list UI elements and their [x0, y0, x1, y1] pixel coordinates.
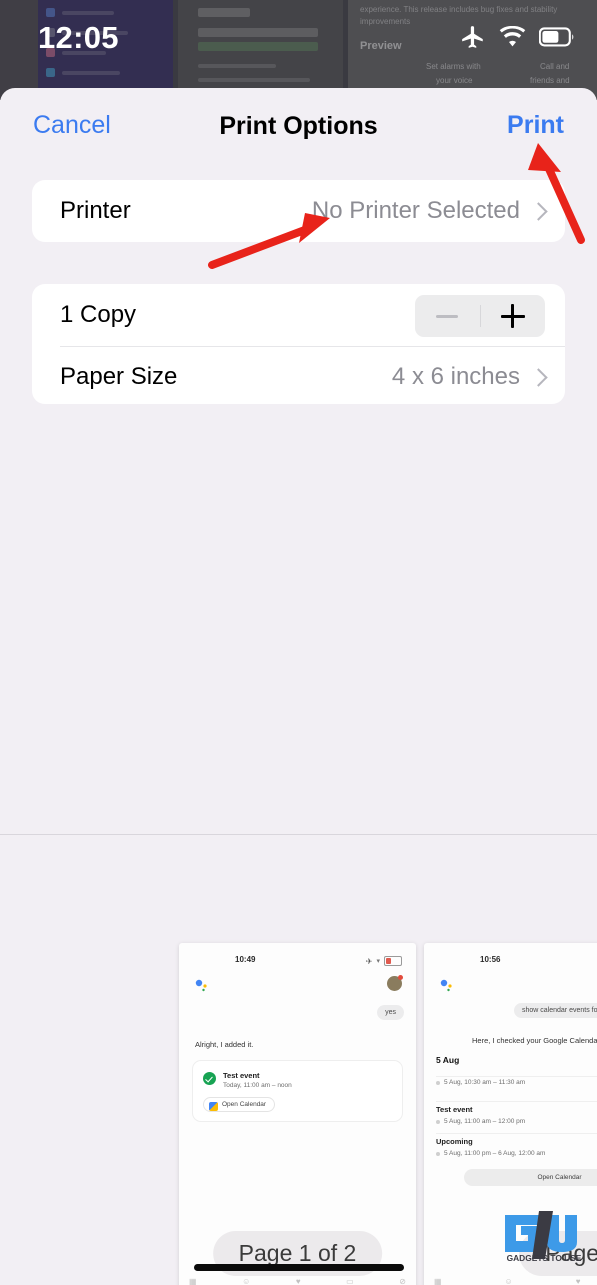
sheet-header: Cancel Print Options Print — [0, 88, 597, 168]
watermark-logo: GADGETS TO USE — [505, 1211, 582, 1263]
check-circle-icon — [203, 1072, 216, 1085]
mini-event-time: Today, 11:00 am – noon — [223, 1082, 292, 1089]
print-button[interactable]: Print — [507, 111, 564, 140]
chevron-right-icon — [529, 367, 548, 387]
background-app: experience. This release includes bug fi… — [0, 0, 597, 100]
mini-open-calendar-button: Open Calendar — [203, 1097, 276, 1112]
background-dim-overlay — [0, 0, 597, 100]
printer-row-label: Printer — [60, 197, 131, 224]
assistant-sparkle-icon — [440, 979, 452, 992]
printer-row[interactable]: Printer No Printer Selected — [32, 180, 565, 242]
mini-event-card: Test event Today, 11:00 am – noon Open C… — [193, 1061, 402, 1121]
printer-row-right: No Printer Selected — [311, 197, 548, 225]
plus-icon — [500, 304, 525, 328]
paper-size-row[interactable]: Paper Size 4 x 6 inches — [32, 346, 565, 408]
printer-card: Printer No Printer Selected — [32, 180, 565, 242]
minus-icon — [436, 314, 459, 318]
mini-toolbar-icon: ☺ — [504, 1276, 513, 1285]
paper-size-row-value: 4 x 6 inches — [391, 363, 520, 390]
mini-toolbar-icon: ♥ — [295, 1276, 301, 1285]
copies-stepper — [415, 295, 545, 337]
mini-user-bubble: yes — [377, 1005, 404, 1020]
chevron-right-icon — [529, 201, 548, 221]
mini-assistant-reply: Alright, I added it. — [195, 1040, 254, 1049]
mini-battery-icon — [384, 956, 402, 966]
mini-event-row: 5 Aug, 10:30 am – 11:30 am — [436, 1076, 597, 1099]
watermark-text: GADGETS TO USE — [507, 1253, 582, 1263]
mini-status-icons: ✈ ▾ — [366, 956, 402, 966]
mini-open-calendar-button: Open Calendar — [464, 1169, 597, 1186]
paper-size-row-right: 4 x 6 inches — [391, 363, 548, 391]
mini-event-time: 5 Aug, 11:00 am – 12:00 pm — [444, 1118, 526, 1125]
copies-decrement-button[interactable] — [415, 295, 480, 337]
page-thumbnail[interactable]: 10:49 ✈ ▾ yes Alright, I added it. Test … — [179, 943, 416, 1285]
home-indicator — [193, 1264, 404, 1271]
paper-size-row-label: Paper Size — [60, 363, 178, 390]
mini-event-row: Upcoming 5 Aug, 11:00 pm – 6 Aug, 12:00 … — [436, 1133, 597, 1162]
mini-event-title: Test event — [223, 1071, 260, 1080]
mini-assistant-reply: Here, I checked your Google Calendar — [472, 1036, 597, 1045]
event-dot-icon — [436, 1081, 440, 1085]
copies-row: 1 Copy — [32, 284, 565, 347]
mini-event-time: 5 Aug, 10:30 am – 11:30 am — [444, 1079, 526, 1086]
mini-toolbar-icon: ☺ — [242, 1276, 251, 1285]
mini-toolbar: ▦ ☺ ♥ ▭ — [434, 1276, 597, 1285]
mini-time: 10:49 — [235, 955, 256, 964]
mini-toolbar-icon: ♥ — [575, 1276, 581, 1285]
mini-user-bubble: show calendar events for — [514, 1003, 597, 1018]
phone-screen: experience. This release includes bug fi… — [0, 0, 597, 1285]
options-card: 1 Copy Paper Size 4 x 6 inches — [32, 284, 565, 404]
avatar — [387, 975, 403, 991]
event-dot-icon — [436, 1120, 440, 1124]
mini-event-title: Test event — [436, 1105, 473, 1114]
mini-toolbar-icon: ▭ — [346, 1276, 354, 1285]
mini-time: 10:56 — [480, 955, 501, 964]
mini-status-bar: 10:49 ✈ ▾ — [179, 955, 416, 966]
mini-toolbar-icon: ⊘ — [399, 1276, 406, 1285]
mini-toolbar-icon: ▦ — [189, 1276, 197, 1285]
print-options-sheet: Cancel Print Options Print Printer No Pr… — [0, 88, 597, 1285]
mini-day-heading: 5 Aug — [436, 1055, 460, 1065]
assistant-sparkle-icon — [195, 979, 207, 992]
copies-increment-button[interactable] — [481, 295, 546, 337]
mini-event-title: Upcoming — [436, 1137, 473, 1146]
mini-toolbar-icon: ▦ — [434, 1276, 442, 1285]
mini-event-row: Test event 5 Aug, 11:00 am – 12:00 pm — [436, 1101, 597, 1130]
copies-row-label: 1 Copy — [60, 301, 137, 328]
printer-row-value: No Printer Selected — [311, 197, 520, 224]
mini-toolbar: ▦ ☺ ♥ ▭ ⊘ — [189, 1276, 406, 1285]
mini-event-time: 5 Aug, 11:00 pm – 6 Aug, 12:00 am — [444, 1150, 546, 1157]
event-dot-icon — [436, 1152, 440, 1156]
mini-status-bar: 10:56 ✈ — [424, 955, 597, 965]
